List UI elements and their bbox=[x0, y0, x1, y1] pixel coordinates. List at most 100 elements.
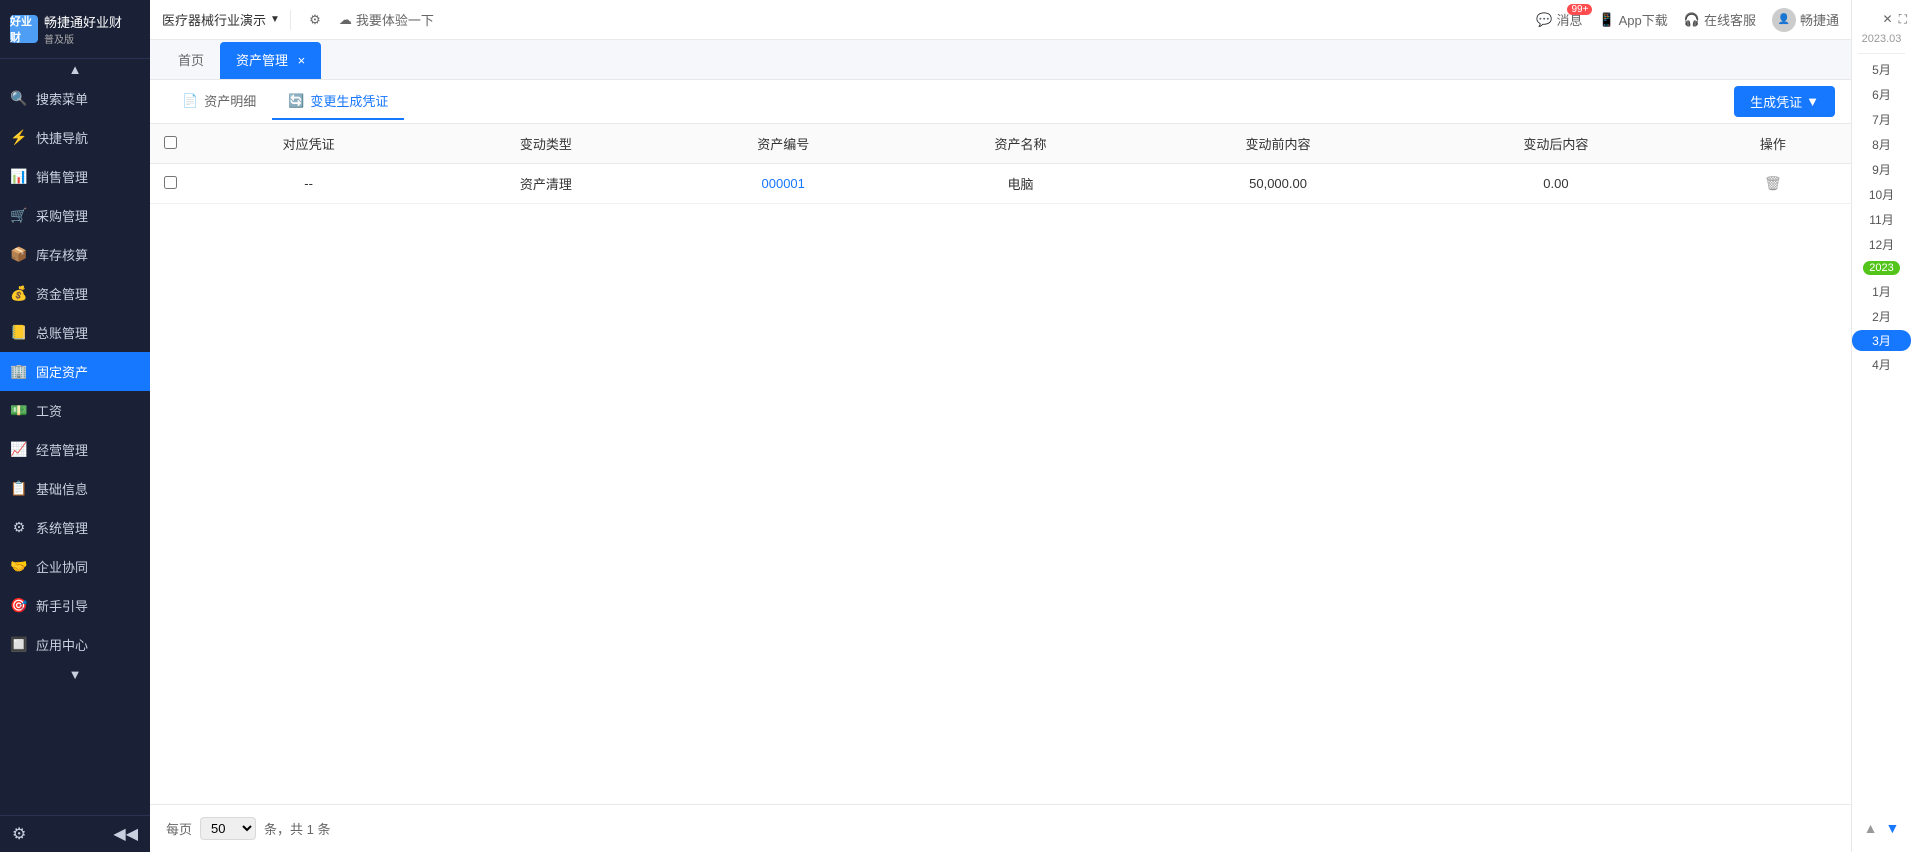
panel-month-aug-prev[interactable]: 8月 bbox=[1852, 133, 1911, 156]
tab-close-icon[interactable]: × bbox=[298, 53, 306, 68]
trial-button[interactable]: ☁ 我要体验一下 bbox=[339, 10, 434, 29]
sidebar: 好业财 畅捷通好业财 普及版 ▲ 🔍 搜索菜单 ⚡ 快捷导航 📊 销售管理 🛒 … bbox=[0, 0, 150, 852]
purchase-icon: 🛒 bbox=[10, 207, 28, 225]
collapse-icon[interactable]: ◀◀ bbox=[113, 824, 138, 844]
sidebar-scroll-up[interactable]: ▲ bbox=[0, 59, 150, 79]
panel-month-feb[interactable]: 2月 bbox=[1852, 305, 1911, 328]
sidebar-item-label: 经营管理 bbox=[36, 440, 88, 459]
panel-month-may-prev[interactable]: 5月 bbox=[1852, 58, 1911, 81]
cell-asset-name: 电脑 bbox=[902, 164, 1139, 204]
col-after-content: 变动后内容 bbox=[1417, 124, 1695, 164]
sidebar-item-label: 企业协同 bbox=[36, 557, 88, 576]
col-action: 操作 bbox=[1695, 124, 1851, 164]
sidebar-item-operations[interactable]: 📈 经营管理 bbox=[0, 430, 150, 469]
sidebar-item-sales[interactable]: 📊 销售管理 bbox=[0, 157, 150, 196]
system-icon: ⚙ bbox=[10, 519, 28, 537]
logo-icon: 好业财 bbox=[10, 15, 38, 43]
cell-before-content: 50,000.00 bbox=[1139, 164, 1417, 204]
app-download-button[interactable]: 📱 App下载 bbox=[1598, 10, 1667, 29]
company-name: 医疗器械行业演示 bbox=[162, 10, 266, 29]
sidebar-item-label: 系统管理 bbox=[36, 518, 88, 537]
sidebar-item-guide[interactable]: 🎯 新手引导 bbox=[0, 586, 150, 625]
pagination: 每页 50 10 20 100 条，共 1 条 bbox=[150, 804, 1851, 852]
panel-close-icon[interactable]: ✕ bbox=[1883, 12, 1893, 27]
message-button[interactable]: 💬 消息 99+ bbox=[1536, 10, 1582, 29]
settings-button[interactable]: ⚙ bbox=[301, 6, 329, 34]
panel-month-nov-prev[interactable]: 11月 bbox=[1852, 208, 1911, 231]
sidebar-item-label: 固定资产 bbox=[36, 362, 88, 381]
panel-month-sep-prev[interactable]: 9月 bbox=[1852, 158, 1911, 181]
topbar-divider bbox=[290, 10, 291, 30]
company-dropdown-icon: ▼ bbox=[270, 14, 280, 25]
message-icon: 💬 bbox=[1536, 12, 1552, 28]
panel-month-oct-prev[interactable]: 10月 bbox=[1852, 183, 1911, 206]
panel-month-jan[interactable]: 1月 bbox=[1852, 280, 1911, 303]
data-table: 对应凭证 变动类型 资产编号 资产名称 变动前内容 变动后内容 操作 bbox=[150, 124, 1851, 204]
tab-home[interactable]: 首页 bbox=[162, 42, 220, 79]
row-checkbox-cell bbox=[150, 164, 190, 204]
user-menu[interactable]: 👤 畅捷通 bbox=[1772, 8, 1839, 32]
col-asset-no: 资产编号 bbox=[665, 124, 902, 164]
sidebar-item-label: 采购管理 bbox=[36, 206, 88, 225]
sidebar-item-salary[interactable]: 💵 工资 bbox=[0, 391, 150, 430]
sidebar-item-fixed-asset[interactable]: 🏢 固定资产 bbox=[0, 352, 150, 391]
app-logo: 好业财 畅捷通好业财 普及版 bbox=[0, 0, 150, 59]
panel-nav-up[interactable]: ▲ bbox=[1864, 820, 1878, 836]
sidebar-item-inventory[interactable]: 📦 库存核算 bbox=[0, 235, 150, 274]
sidebar-item-label: 应用中心 bbox=[36, 635, 88, 654]
panel-month-dec-prev[interactable]: 12月 bbox=[1852, 233, 1911, 256]
panel-month-jul-prev[interactable]: 7月 bbox=[1852, 108, 1911, 131]
sidebar-bottom: ⚙ ◀◀ bbox=[0, 815, 150, 852]
tab-asset-management[interactable]: 资产管理 × bbox=[220, 42, 321, 79]
sidebar-item-label: 工资 bbox=[36, 401, 62, 420]
panel-nav-down[interactable]: ▼ bbox=[1886, 820, 1900, 836]
sidebar-item-label: 资金管理 bbox=[36, 284, 88, 303]
panel-expand-icon[interactable]: ⛶ bbox=[1899, 12, 1907, 27]
select-all-checkbox[interactable] bbox=[164, 136, 177, 149]
sidebar-item-capital[interactable]: 💰 资金管理 bbox=[0, 274, 150, 313]
sidebar-item-label: 库存核算 bbox=[36, 245, 88, 264]
content-area: 📄 资产明细 🔄 变更生成凭证 生成凭证 ▼ bbox=[150, 80, 1851, 852]
online-service-label: 在线客服 bbox=[1704, 10, 1756, 29]
sidebar-item-appstore[interactable]: 🔲 应用中心 bbox=[0, 625, 150, 664]
panel-month-jun-prev[interactable]: 6月 bbox=[1852, 83, 1911, 106]
sidebar-item-basic[interactable]: 📋 基础信息 bbox=[0, 469, 150, 508]
settings-icon[interactable]: ⚙ bbox=[12, 824, 26, 844]
col-asset-name: 资产名称 bbox=[902, 124, 1139, 164]
sidebar-item-search[interactable]: 🔍 搜索菜单 bbox=[0, 79, 150, 118]
tab-asset-detail[interactable]: 📄 资产明细 bbox=[166, 83, 272, 120]
col-change-type: 变动类型 bbox=[427, 124, 664, 164]
right-panel: ✕ ⛶ 2023.03 5月 6月 7月 8月 9月 10月 11月 12月 2… bbox=[1851, 0, 1911, 852]
basic-icon: 📋 bbox=[10, 480, 28, 498]
generate-voucher-button[interactable]: 生成凭证 ▼ bbox=[1734, 86, 1835, 117]
search-icon: 🔍 bbox=[10, 90, 28, 108]
panel-divider-top bbox=[1858, 53, 1905, 54]
delete-button[interactable]: 🗑 bbox=[1764, 175, 1782, 191]
user-name: 畅捷通 bbox=[1800, 10, 1839, 29]
salary-icon: 💵 bbox=[10, 402, 28, 420]
per-page-select[interactable]: 50 10 20 100 bbox=[200, 817, 256, 840]
tab-change-voucher[interactable]: 🔄 变更生成凭证 bbox=[272, 83, 404, 120]
cell-voucher: -- bbox=[190, 164, 427, 204]
sidebar-item-purchase[interactable]: 🛒 采购管理 bbox=[0, 196, 150, 235]
online-service-button[interactable]: 🎧 在线客服 bbox=[1684, 10, 1756, 29]
sidebar-item-system[interactable]: ⚙ 系统管理 bbox=[0, 508, 150, 547]
row-checkbox[interactable] bbox=[164, 176, 177, 189]
total-label: 条，共 1 条 bbox=[264, 819, 330, 838]
sidebar-item-label: 新手引导 bbox=[36, 596, 88, 615]
year-2023-badge[interactable]: 2023 bbox=[1863, 261, 1899, 275]
sidebar-item-collab[interactable]: 🤝 企业协同 bbox=[0, 547, 150, 586]
sidebar-item-label: 基础信息 bbox=[36, 479, 88, 498]
company-selector[interactable]: 医疗器械行业演示 ▼ bbox=[162, 10, 280, 29]
sales-icon: 📊 bbox=[10, 168, 28, 186]
topbar-right: 💬 消息 99+ 📱 App下载 🎧 在线客服 👤 畅捷通 bbox=[1536, 8, 1839, 32]
panel-year-header: 2023.03 bbox=[1862, 29, 1902, 49]
sidebar-item-quicknav[interactable]: ⚡ 快捷导航 bbox=[0, 118, 150, 157]
panel-month-apr[interactable]: 4月 bbox=[1852, 353, 1911, 376]
sidebar-item-ledger[interactable]: 📒 总账管理 bbox=[0, 313, 150, 352]
cell-asset-no: 000001 bbox=[665, 164, 902, 204]
panel-month-mar[interactable]: 3月 bbox=[1852, 330, 1911, 351]
sidebar-scroll-down[interactable]: ▼ bbox=[0, 664, 150, 684]
panel-bottom-nav: ▲ ▼ bbox=[1864, 812, 1900, 844]
inner-tab-group: 📄 资产明细 🔄 变更生成凭证 bbox=[166, 83, 404, 120]
